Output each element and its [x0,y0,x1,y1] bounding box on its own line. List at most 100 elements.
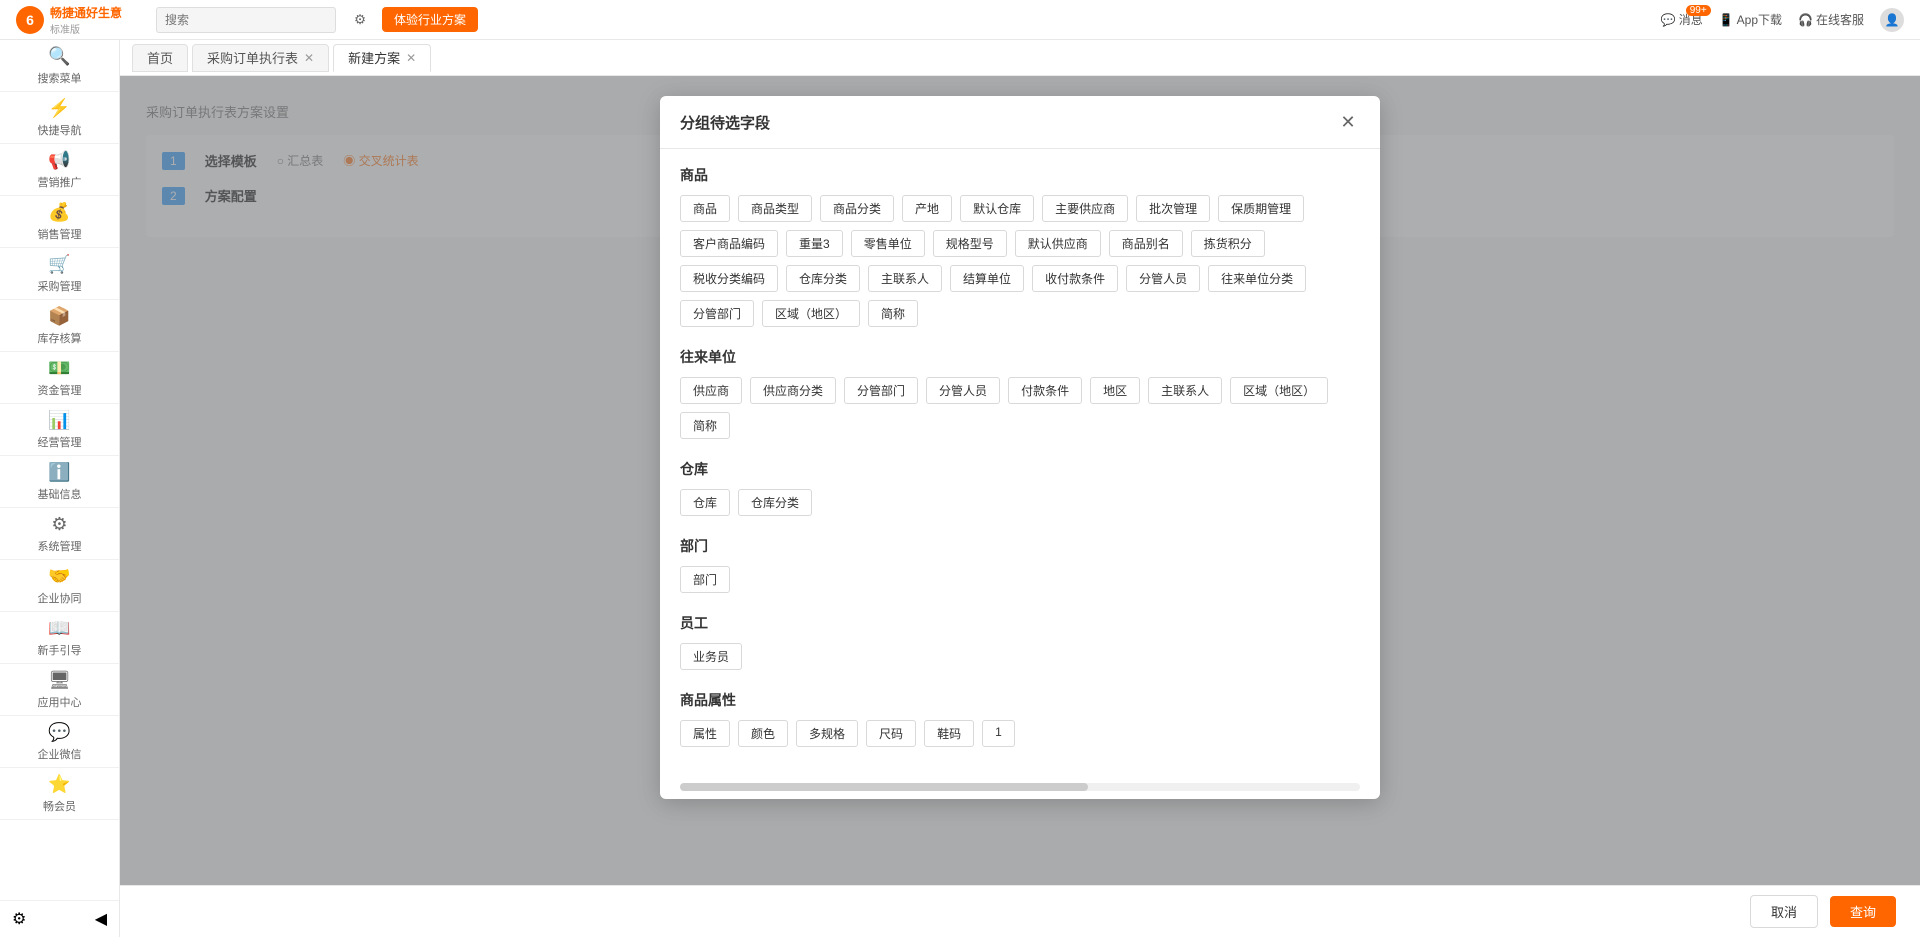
field-tag-0-21[interactable]: 往来单位分类 [1208,265,1306,292]
sidebar-item-13[interactable]: 💬 企业微信 [0,716,119,768]
field-tag-0-19[interactable]: 收付款条件 [1032,265,1118,292]
fields-grid-5: 属性颜色多规格尺码鞋码 1 [680,720,1360,747]
tab-item-0[interactable]: 首页 [132,44,188,72]
field-tag-1-1[interactable]: 供应商分类 [750,377,836,404]
sidebar-item-6[interactable]: 💵 资金管理 [0,352,119,404]
logo-name: 畅捷通好生意 [50,4,122,21]
sidebar-item-0[interactable]: 🔍 搜索菜单 [0,40,119,92]
dialog-close-button[interactable]: ✕ [1336,110,1360,134]
sidebar-icon-2: 📢 [48,150,70,171]
sidebar-icon-4: 🛒 [48,254,70,275]
sidebar-item-10[interactable]: 🤝 企业协同 [0,560,119,612]
field-tag-1-7[interactable]: 区域（地区） [1230,377,1328,404]
field-tag-1-8[interactable]: 简称 [680,412,730,439]
field-tag-5-0[interactable]: 属性 [680,720,730,747]
field-tag-0-20[interactable]: 分管人员 [1126,265,1200,292]
field-tag-0-4[interactable]: 默认仓库 [960,195,1034,222]
field-tag-0-15[interactable]: 税收分类编码 [680,265,778,292]
field-tag-0-22[interactable]: 分管部门 [680,300,754,327]
sidebar-item-1[interactable]: ⚡ 快捷导航 [0,92,119,144]
sidebar-collapse-button[interactable]: ◀ [95,909,107,929]
field-tag-0-3[interactable]: 产地 [902,195,952,222]
tab-item-1[interactable]: 采购订单执行表✕ [192,44,329,72]
sidebar-settings-button[interactable]: ⚙ [12,909,26,929]
sidebar-item-4[interactable]: 🛒 采购管理 [0,248,119,300]
sidebar-icon-0: 🔍 [48,46,70,67]
field-tag-0-0[interactable]: 商品 [680,195,730,222]
settings-button[interactable]: ⚙ [346,6,374,34]
trial-button[interactable]: 体验行业方案 [382,7,478,32]
dialog-overlay: 分组待选字段 ✕ 商品商品商品类型商品分类产地默认仓库主要供应商批次管理保质期管… [120,76,1920,937]
field-tag-1-5[interactable]: 地区 [1090,377,1140,404]
field-tag-0-7[interactable]: 保质期管理 [1218,195,1304,222]
dialog-body[interactable]: 商品商品商品类型商品分类产地默认仓库主要供应商批次管理保质期管理客户商品编码重量… [660,149,1380,783]
fields-grid-1: 供应商供应商分类分管部门分管人员付款条件地区主联系人区域（地区） 简称 [680,377,1360,439]
sidebar-item-11[interactable]: 📖 新手引导 [0,612,119,664]
field-tag-0-13[interactable]: 商品别名 [1109,230,1183,257]
field-tag-3-0[interactable]: 部门 [680,566,730,593]
sidebar-icon-7: 📊 [48,410,70,431]
sidebar-item-5[interactable]: 📦 库存核算 [0,300,119,352]
sidebar-item-7[interactable]: 📊 经营管理 [0,404,119,456]
tab-label-2: 新建方案 [348,48,400,67]
search-input[interactable] [156,7,336,33]
field-tag-0-9[interactable]: 重量3 [786,230,843,257]
confirm-button[interactable]: 查询 [1830,896,1896,927]
field-tag-0-8[interactable]: 客户商品编码 [680,230,778,257]
field-tag-1-3[interactable]: 分管人员 [926,377,1000,404]
cancel-button[interactable]: 取消 [1750,895,1818,928]
field-tag-0-17[interactable]: 主联系人 [868,265,942,292]
field-tag-5-5[interactable]: 1 [982,720,1015,747]
field-tag-5-2[interactable]: 多规格 [796,720,858,747]
field-tag-0-1[interactable]: 商品类型 [738,195,812,222]
tab-close-2[interactable]: ✕ [406,51,416,65]
field-tag-1-2[interactable]: 分管部门 [844,377,918,404]
field-tag-0-18[interactable]: 结算单位 [950,265,1024,292]
sidebar-item-8[interactable]: ℹ️ 基础信息 [0,456,119,508]
field-tag-0-6[interactable]: 批次管理 [1136,195,1210,222]
user-avatar[interactable]: 👤 [1880,8,1904,32]
field-tag-2-1[interactable]: 仓库分类 [738,489,812,516]
field-tag-5-4[interactable]: 鞋码 [924,720,974,747]
field-section-0: 商品商品商品类型商品分类产地默认仓库主要供应商批次管理保质期管理客户商品编码重量… [680,165,1360,327]
field-tag-5-1[interactable]: 颜色 [738,720,788,747]
field-tag-0-12[interactable]: 默认供应商 [1015,230,1101,257]
field-tag-1-4[interactable]: 付款条件 [1008,377,1082,404]
sidebar-item-14[interactable]: ⭐ 畅会员 [0,768,119,820]
fields-grid-0: 商品商品类型商品分类产地默认仓库主要供应商批次管理保质期管理客户商品编码重量3 零… [680,195,1360,327]
field-tag-0-23[interactable]: 区域（地区） [762,300,860,327]
field-section-2: 仓库仓库仓库分类 [680,459,1360,516]
field-tag-0-2[interactable]: 商品分类 [820,195,894,222]
field-tag-0-16[interactable]: 仓库分类 [786,265,860,292]
field-tag-0-11[interactable]: 规格型号 [933,230,1007,257]
section-title-4: 员工 [680,613,1360,633]
sidebar-label-1: 快捷导航 [38,122,82,138]
sidebar-label-3: 销售管理 [38,226,82,242]
tab-close-1[interactable]: ✕ [304,51,314,65]
h-scroll-thumb [680,783,1088,791]
field-tag-1-0[interactable]: 供应商 [680,377,742,404]
sidebar-item-9[interactable]: ⚙ 系统管理 [0,508,119,560]
field-tag-0-24[interactable]: 简称 [868,300,918,327]
sidebar-item-12[interactable]: 🖥 应用中心 [0,664,119,716]
field-section-1: 往来单位供应商供应商分类分管部门分管人员付款条件地区主联系人区域（地区）简称 [680,347,1360,439]
field-tag-5-3[interactable]: 尺码 [866,720,916,747]
tab-label-0: 首页 [147,48,173,67]
field-tag-2-0[interactable]: 仓库 [680,489,730,516]
field-tag-0-5[interactable]: 主要供应商 [1042,195,1128,222]
field-section-3: 部门部门 [680,536,1360,593]
sidebar-icon-13: 💬 [48,722,70,743]
field-tag-1-6[interactable]: 主联系人 [1148,377,1222,404]
dialog-horizontal-scrollbar[interactable] [680,783,1360,791]
sidebar-item-2[interactable]: 📢 营销推广 [0,144,119,196]
header-search-area [156,7,336,33]
app-download-item[interactable]: 📱 App下载 [1719,11,1782,28]
field-tag-0-10[interactable]: 零售单位 [851,230,925,257]
sidebar-item-3[interactable]: 💰 销售管理 [0,196,119,248]
online-service-item[interactable]: 🎧 在线客服 [1798,11,1864,28]
field-tag-0-14[interactable]: 拣货积分 [1191,230,1265,257]
field-tag-4-0[interactable]: 业务员 [680,643,742,670]
tab-item-2[interactable]: 新建方案 ✕ [333,44,431,72]
message-item[interactable]: 💬 消息 99+ [1661,11,1703,28]
online-service-label: 在线客服 [1816,11,1864,28]
